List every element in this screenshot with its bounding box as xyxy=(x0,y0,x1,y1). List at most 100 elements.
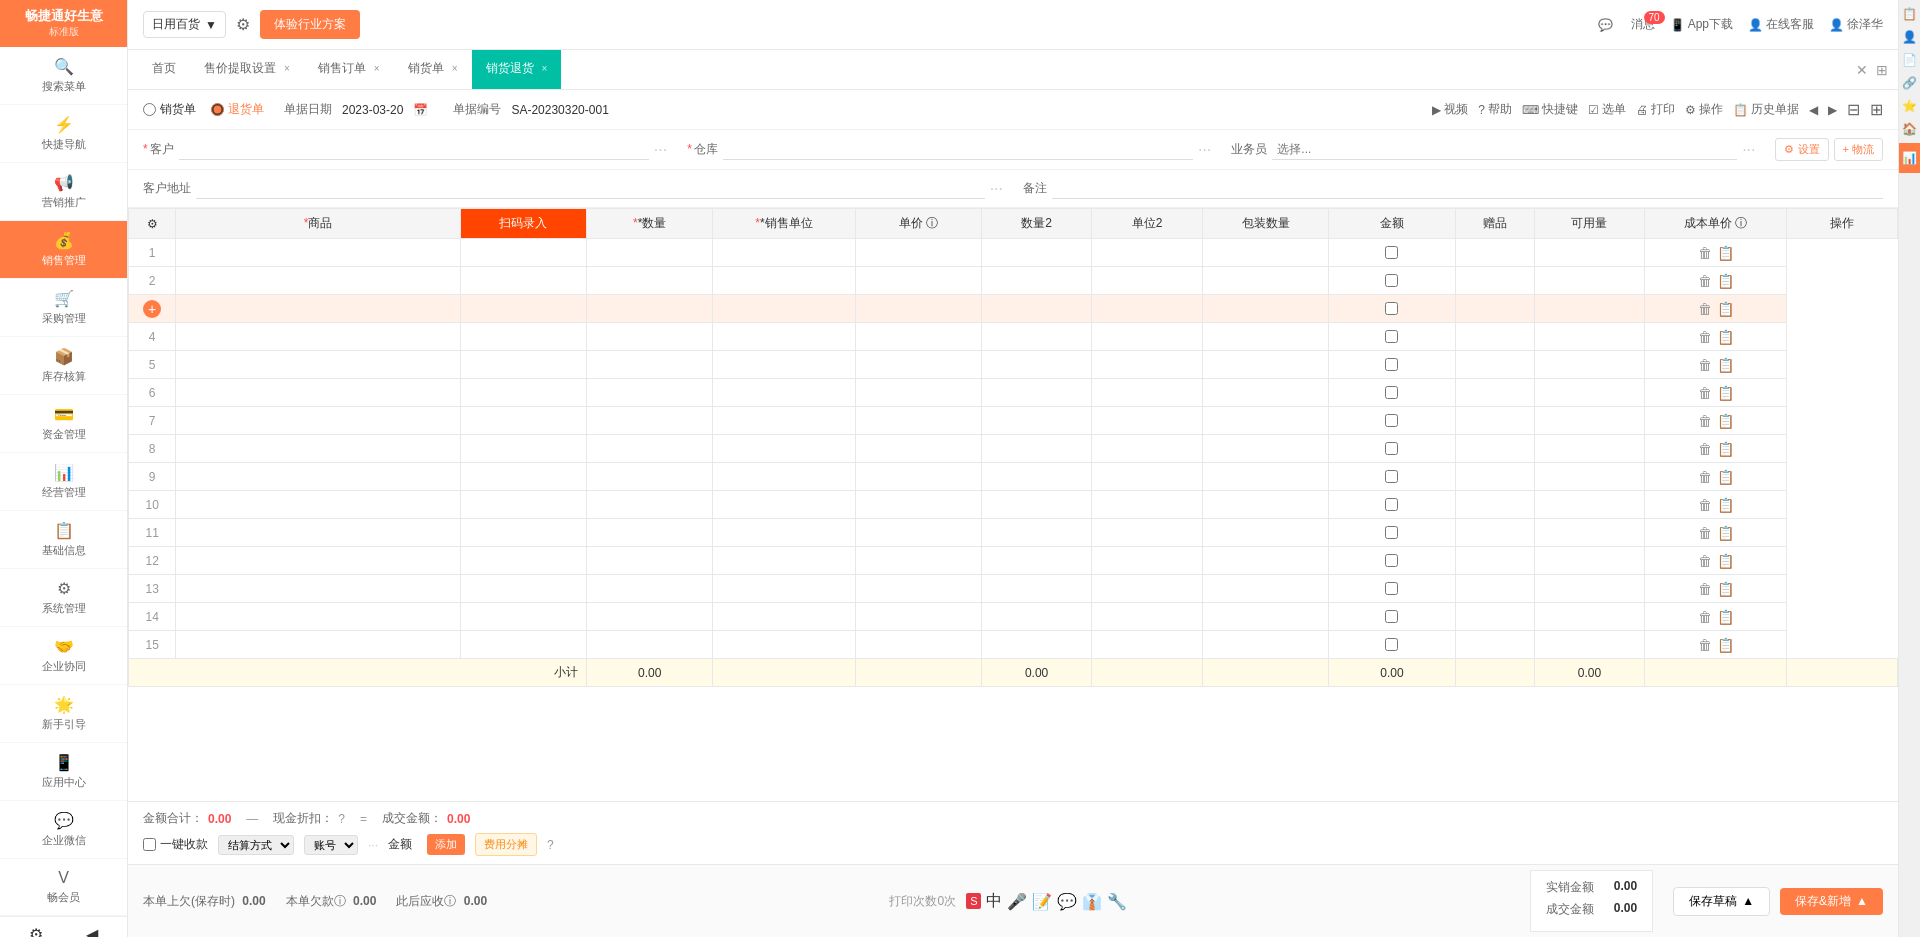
cell-cost-1[interactable] xyxy=(1534,239,1645,267)
cell-pack-13[interactable] xyxy=(1092,575,1203,603)
cell-amount-9[interactable] xyxy=(1202,463,1328,491)
video-btn[interactable]: ▶ 视频 xyxy=(1432,101,1468,118)
cell-gift-3[interactable] xyxy=(1329,295,1455,323)
cell-cost-12[interactable] xyxy=(1534,547,1645,575)
cell-gift-14[interactable] xyxy=(1329,603,1455,631)
product-input-7[interactable] xyxy=(180,414,455,428)
gift-checkbox-9[interactable] xyxy=(1385,470,1398,483)
cell-unit2-13[interactable] xyxy=(981,575,1092,603)
cell-amount-14[interactable] xyxy=(1202,603,1328,631)
settings-icon[interactable]: ⚙ xyxy=(29,925,43,937)
product-input-2[interactable] xyxy=(180,274,455,288)
cell-unit-11[interactable] xyxy=(587,519,713,547)
cell-qty2-15[interactable] xyxy=(855,631,981,659)
cell-qty2-6[interactable] xyxy=(855,379,981,407)
cell-qty-13[interactable] xyxy=(460,575,586,603)
right-panel-icon-5[interactable]: ⭐ xyxy=(1901,97,1919,115)
cell-available-6[interactable] xyxy=(1455,379,1534,407)
cell-cost-8[interactable] xyxy=(1534,435,1645,463)
cell-qty2-14[interactable] xyxy=(855,603,981,631)
product-input-6[interactable] xyxy=(180,386,455,400)
tab-sales[interactable]: 销货单 × xyxy=(394,50,472,89)
cell-amount-6[interactable] xyxy=(1202,379,1328,407)
cell-qty2-12[interactable] xyxy=(855,547,981,575)
gift-checkbox-15[interactable] xyxy=(1385,638,1398,651)
cell-price-5[interactable] xyxy=(713,351,855,379)
cell-price-3[interactable] xyxy=(713,295,855,323)
delete-row-btn-1[interactable]: 🗑 xyxy=(1698,245,1712,261)
gift-checkbox-14[interactable] xyxy=(1385,610,1398,623)
cell-qty-11[interactable] xyxy=(460,519,586,547)
cell-gift-10[interactable] xyxy=(1329,491,1455,519)
cell-price-10[interactable] xyxy=(713,491,855,519)
cell-amount-11[interactable] xyxy=(1202,519,1328,547)
radio-sale[interactable]: 销货单 xyxy=(143,101,196,118)
cell-gift-15[interactable] xyxy=(1329,631,1455,659)
product-input-4[interactable] xyxy=(180,330,455,344)
delete-row-btn-5[interactable]: 🗑 xyxy=(1698,357,1712,373)
cell-unit2-12[interactable] xyxy=(981,547,1092,575)
cell-price-2[interactable] xyxy=(713,267,855,295)
view-card-icon[interactable]: ⊟ xyxy=(1847,100,1860,119)
sidebar-item-5[interactable]: 📦库存核算 xyxy=(0,337,127,395)
delete-row-btn-15[interactable]: 🗑 xyxy=(1698,637,1712,653)
cell-qty-7[interactable] xyxy=(460,407,586,435)
tab-sales-order[interactable]: 销售订单 × xyxy=(304,50,394,89)
gift-checkbox-7[interactable] xyxy=(1385,414,1398,427)
one-click-payment-checkbox[interactable]: 一键收款 xyxy=(143,836,208,853)
cell-price-4[interactable] xyxy=(713,323,855,351)
cell-product-4[interactable] xyxy=(176,323,460,351)
sidebar-item-4[interactable]: 🛒采购管理 xyxy=(0,279,127,337)
cell-unit-1[interactable] xyxy=(587,239,713,267)
cell-available-15[interactable] xyxy=(1455,631,1534,659)
cell-unit2-5[interactable] xyxy=(981,351,1092,379)
cell-amount-4[interactable] xyxy=(1202,323,1328,351)
cell-unit-5[interactable] xyxy=(587,351,713,379)
cell-amount-8[interactable] xyxy=(1202,435,1328,463)
cell-available-3[interactable] xyxy=(1455,295,1534,323)
sidebar-item-2[interactable]: 📢营销推广 xyxy=(0,163,127,221)
copy-row-btn-13[interactable]: 📋 xyxy=(1717,581,1734,597)
cell-pack-4[interactable] xyxy=(1092,323,1203,351)
cell-cost-5[interactable] xyxy=(1534,351,1645,379)
cell-gift-9[interactable] xyxy=(1329,463,1455,491)
cell-pack-10[interactable] xyxy=(1092,491,1203,519)
sidebar-item-11[interactable]: 🌟新手引导 xyxy=(0,685,127,743)
sidebar-item-9[interactable]: ⚙系统管理 xyxy=(0,569,127,627)
sidebar-item-8[interactable]: 📋基础信息 xyxy=(0,511,127,569)
experience-btn[interactable]: 体验行业方案 xyxy=(260,10,360,39)
cell-qty2-7[interactable] xyxy=(855,407,981,435)
gift-checkbox-10[interactable] xyxy=(1385,498,1398,511)
cell-pack-1[interactable] xyxy=(1092,239,1203,267)
cell-amount-7[interactable] xyxy=(1202,407,1328,435)
cell-available-9[interactable] xyxy=(1455,463,1534,491)
view-list-icon[interactable]: ⊞ xyxy=(1870,100,1883,119)
save-draft-btn[interactable]: 保存草稿 ▲ xyxy=(1673,887,1770,916)
cell-price-12[interactable] xyxy=(713,547,855,575)
cell-unit2-6[interactable] xyxy=(981,379,1092,407)
delete-row-btn-9[interactable]: 🗑 xyxy=(1698,469,1712,485)
copy-row-btn-11[interactable]: 📋 xyxy=(1717,525,1734,541)
cell-unit2-11[interactable] xyxy=(981,519,1092,547)
cell-pack-3[interactable] xyxy=(1092,295,1203,323)
col-settings[interactable]: ⚙ xyxy=(129,209,176,239)
cell-pack-11[interactable] xyxy=(1092,519,1203,547)
cell-gift-7[interactable] xyxy=(1329,407,1455,435)
cell-cost-3[interactable] xyxy=(1534,295,1645,323)
sidebar-item-7[interactable]: 📊经营管理 xyxy=(0,453,127,511)
cell-product-14[interactable] xyxy=(176,603,460,631)
copy-row-btn-14[interactable]: 📋 xyxy=(1717,609,1734,625)
product-input-15[interactable] xyxy=(180,638,455,652)
product-input-9[interactable] xyxy=(180,470,455,484)
cell-amount-1[interactable] xyxy=(1202,239,1328,267)
cell-cost-2[interactable] xyxy=(1534,267,1645,295)
right-panel-icon-3[interactable]: 📄 xyxy=(1901,51,1919,69)
cell-unit-13[interactable] xyxy=(587,575,713,603)
right-panel-icon-orange[interactable]: 📊 xyxy=(1899,143,1921,173)
print-btn[interactable]: 🖨 打印 xyxy=(1636,101,1675,118)
cell-amount-15[interactable] xyxy=(1202,631,1328,659)
setting-btn[interactable]: ⚙ 设置 xyxy=(1775,138,1828,161)
gift-checkbox-12[interactable] xyxy=(1385,554,1398,567)
gift-checkbox-4[interactable] xyxy=(1385,330,1398,343)
cell-amount-3[interactable] xyxy=(1202,295,1328,323)
